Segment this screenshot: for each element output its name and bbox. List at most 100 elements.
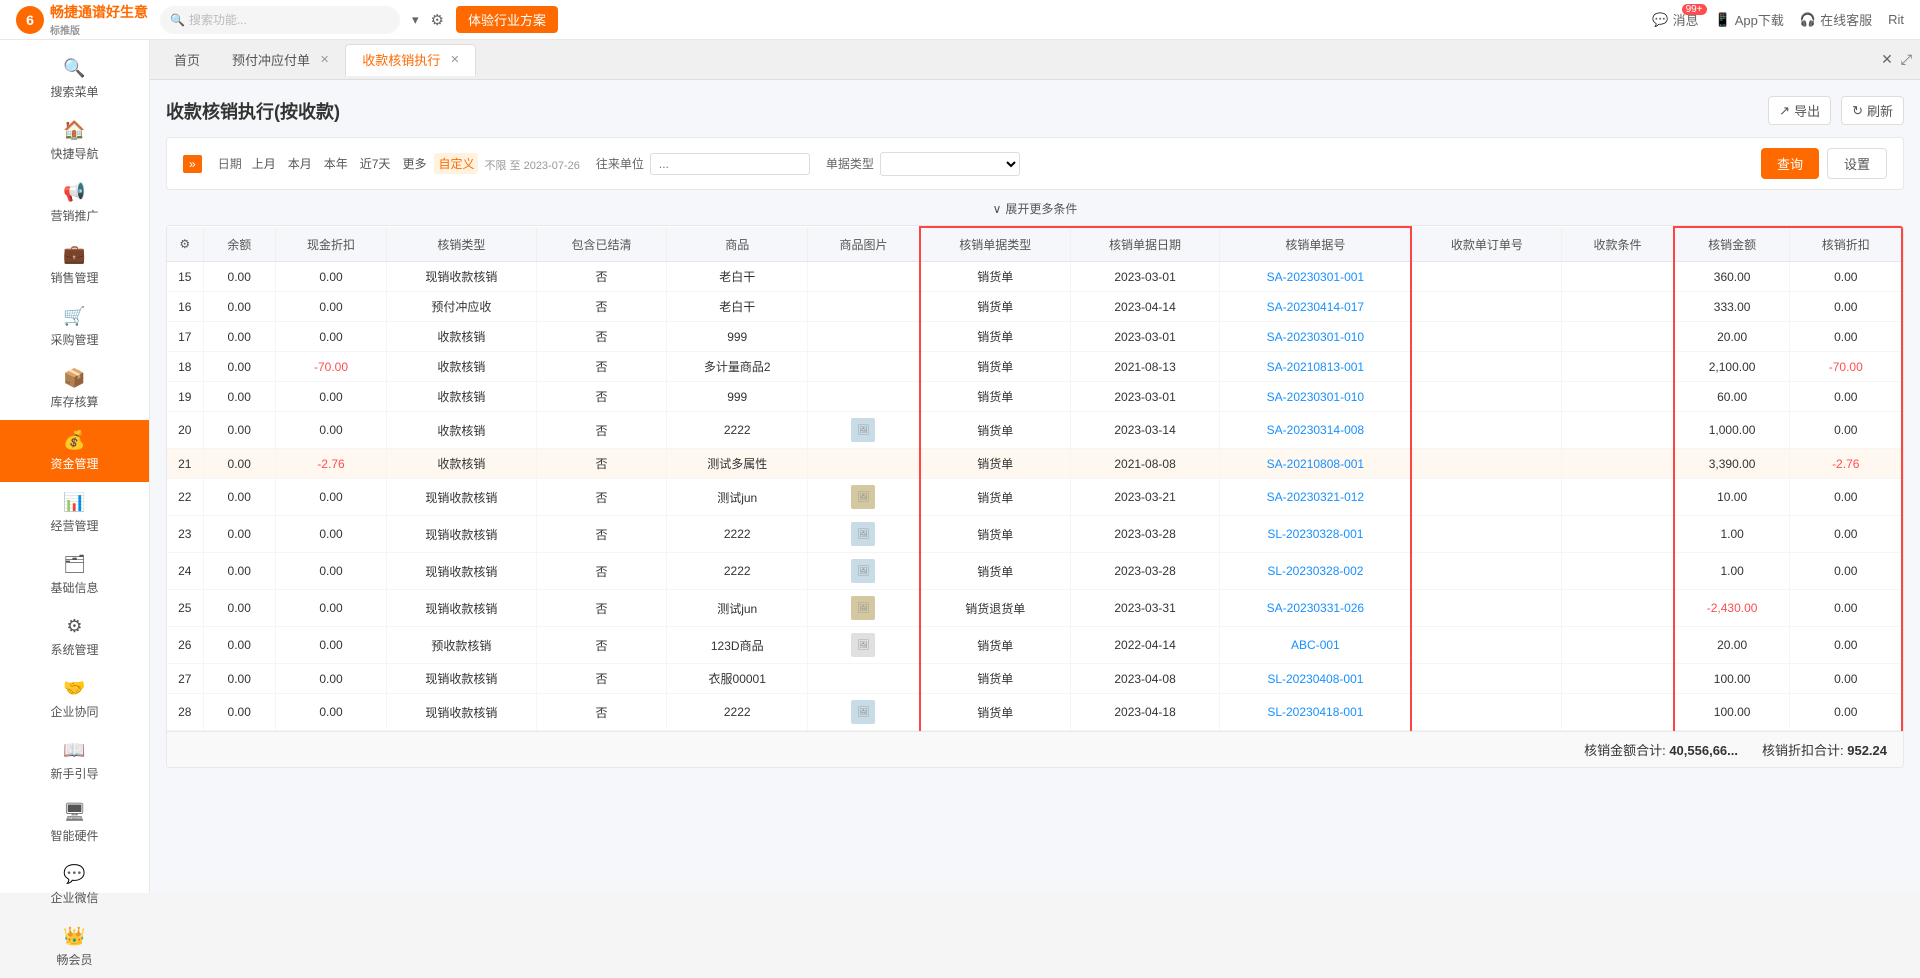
cell-goods-img xyxy=(808,382,920,412)
date-more[interactable]: 更多 xyxy=(398,153,430,174)
sidebar-item-guide[interactable]: 📖 新手引导 xyxy=(0,730,149,792)
col-goods-header: 商品 xyxy=(667,227,808,262)
tab-prepay[interactable]: 预付冲应付单 ✕ xyxy=(216,44,345,76)
col-writeoffdiscount-header: 核销折扣 xyxy=(1790,227,1902,262)
tab-prepay-close[interactable]: ✕ xyxy=(320,53,329,66)
gear-icon[interactable]: ⚙ xyxy=(431,11,444,29)
window-expand-btn[interactable]: ⤢ xyxy=(1901,51,1912,68)
cell-goods: 多计量商品2 xyxy=(667,352,808,382)
cell-receipt-no xyxy=(1411,694,1562,731)
tab-home-label: 首页 xyxy=(174,50,200,69)
tab-home[interactable]: 首页 xyxy=(158,44,216,76)
cell-amount: -2,430.00 xyxy=(1674,590,1790,627)
cell-settled: 否 xyxy=(536,627,666,664)
online-service-btn[interactable]: 🎧 在线客服 xyxy=(1800,10,1872,29)
cell-balance: 0.00 xyxy=(203,479,275,516)
window-close-btn[interactable]: ✕ xyxy=(1881,51,1893,68)
marketing-icon: 📢 xyxy=(63,182,85,203)
doc-no-link[interactable]: SL-20230418-001 xyxy=(1267,705,1363,719)
doc-no-link[interactable]: SA-20210813-001 xyxy=(1267,360,1364,374)
partner-input[interactable] xyxy=(650,153,810,175)
tab-collection[interactable]: 收款核销执行 ✕ xyxy=(345,44,476,76)
trial-btn[interactable]: 体验行业方案 xyxy=(456,6,558,33)
cell-settled: 否 xyxy=(536,352,666,382)
service-icon: 🎧 xyxy=(1800,12,1816,28)
date-this-month[interactable]: 本月 xyxy=(284,153,316,174)
sidebar-item-sales[interactable]: 💼 销售管理 xyxy=(0,234,149,296)
col-settings-header[interactable]: ⚙ xyxy=(167,227,203,262)
cell-goods: 2222 xyxy=(667,694,808,731)
sidebar-item-coop[interactable]: 🤝 企业协同 xyxy=(0,668,149,730)
date-7days[interactable]: 近7天 xyxy=(356,153,395,174)
sidebar-item-inventory[interactable]: 📦 库存核算 xyxy=(0,358,149,420)
cell-balance: 0.00 xyxy=(203,412,275,449)
sidebar-item-label: 营销推广 xyxy=(50,207,98,224)
sidebar-item-system[interactable]: ⚙ 系统管理 xyxy=(0,606,149,668)
cell-settings: 20 xyxy=(167,412,203,449)
refresh-btn[interactable]: ↻ 刷新 xyxy=(1841,96,1904,125)
cell-discount: -2.76 xyxy=(275,449,386,479)
doc-no-link[interactable]: SA-20230314-008 xyxy=(1267,423,1364,437)
filter-actions: 查询 设置 xyxy=(1761,148,1887,179)
cell-writeoff-discount: 0.00 xyxy=(1790,516,1902,553)
logo-icon: 6 xyxy=(16,6,44,34)
doc-no-link[interactable]: ABC-001 xyxy=(1291,638,1340,652)
sidebar-item-finance[interactable]: 💰 资金管理 xyxy=(0,420,149,482)
cell-settings: 19 xyxy=(167,382,203,412)
doc-no-link[interactable]: SL-20230328-002 xyxy=(1267,564,1363,578)
cell-settled: 否 xyxy=(536,479,666,516)
sidebar-item-marketing[interactable]: 📢 营销推广 xyxy=(0,172,149,234)
doctype-select[interactable] xyxy=(880,152,1020,176)
filter-bar: » 日期 上月 本月 本年 近7天 更多 自定义 不限 至 2023-07-26 xyxy=(166,137,1904,190)
top-search[interactable]: 🔍 搜索功能... xyxy=(160,6,400,34)
sidebar-item-wechat[interactable]: 💬 企业微信 xyxy=(0,854,149,916)
product-image: 🖼 xyxy=(851,596,875,620)
sidebar-item-member[interactable]: 👑 畅会员 xyxy=(0,916,149,978)
doctype-label: 单据类型 xyxy=(826,155,874,172)
doc-no-link[interactable]: SA-20230414-017 xyxy=(1267,300,1364,314)
cell-doc-type: 销货单 xyxy=(920,322,1071,352)
date-custom[interactable]: 自定义 xyxy=(434,153,478,174)
expand-row: ∨ 展开更多条件 xyxy=(166,200,1904,217)
sidebar-item-ops[interactable]: 📊 经营管理 xyxy=(0,482,149,544)
cell-settled: 否 xyxy=(536,262,666,292)
filter-toggle[interactable]: » xyxy=(183,155,202,173)
doc-no-link[interactable]: SA-20230331-026 xyxy=(1267,601,1364,615)
app-download-btn[interactable]: 📱 App下载 xyxy=(1715,10,1784,29)
query-btn[interactable]: 查询 xyxy=(1761,148,1819,179)
doc-no-link[interactable]: SA-20230321-012 xyxy=(1267,490,1364,504)
notification-btn[interactable]: 💬 消息 99+ xyxy=(1652,10,1698,29)
sidebar-item-hardware[interactable]: 🖥 智能硬件 xyxy=(0,792,149,854)
doc-no-link[interactable]: SL-20230408-001 xyxy=(1267,672,1363,686)
cell-balance: 0.00 xyxy=(203,694,275,731)
date-this-year[interactable]: 本年 xyxy=(320,153,352,174)
product-image: 🖼 xyxy=(851,700,875,724)
doc-no-link[interactable]: SA-20230301-010 xyxy=(1267,330,1364,344)
cell-discount: -70.00 xyxy=(275,352,386,382)
table-row: 170.000.00收款核销否999销货单2023-03-01SA-202303… xyxy=(167,322,1902,352)
setting-btn[interactable]: 设置 xyxy=(1827,148,1887,179)
cell-balance: 0.00 xyxy=(203,352,275,382)
tab-collection-close[interactable]: ✕ xyxy=(450,53,459,66)
cell-settings: 27 xyxy=(167,664,203,694)
tab-bar-actions: ✕ ⤢ xyxy=(1881,51,1912,68)
sidebar-item-base[interactable]: 🗂 基础信息 xyxy=(0,544,149,606)
sidebar-item-nav[interactable]: 🏠 快捷导航 xyxy=(0,110,149,172)
doc-no-link[interactable]: SL-20230328-001 xyxy=(1267,527,1363,541)
doc-no-link[interactable]: SA-20230301-010 xyxy=(1267,390,1364,404)
cell-receipt-cond xyxy=(1562,553,1674,590)
table-row: 180.00-70.00收款核销否多计量商品2销货单2021-08-13SA-2… xyxy=(167,352,1902,382)
doc-no-link[interactable]: SA-20230301-001 xyxy=(1267,270,1364,284)
doc-no-link[interactable]: SA-20210808-001 xyxy=(1267,457,1364,471)
export-btn[interactable]: ↗ 导出 xyxy=(1768,96,1831,125)
date-last-month[interactable]: 上月 xyxy=(248,153,280,174)
sidebar-item-purchase[interactable]: 🛒 采购管理 xyxy=(0,296,149,358)
dropdown-icon[interactable]: ▾ xyxy=(412,12,419,28)
filter-toggle-icon[interactable]: » xyxy=(183,155,202,173)
cell-balance: 0.00 xyxy=(203,322,275,352)
expand-conditions-btn[interactable]: ∨ 展开更多条件 xyxy=(993,200,1078,217)
cell-goods: 2222 xyxy=(667,516,808,553)
user-avatar[interactable]: Rit xyxy=(1888,12,1904,27)
cell-amount: 60.00 xyxy=(1674,382,1790,412)
sidebar-item-search[interactable]: 🔍 搜索菜单 xyxy=(0,48,149,110)
